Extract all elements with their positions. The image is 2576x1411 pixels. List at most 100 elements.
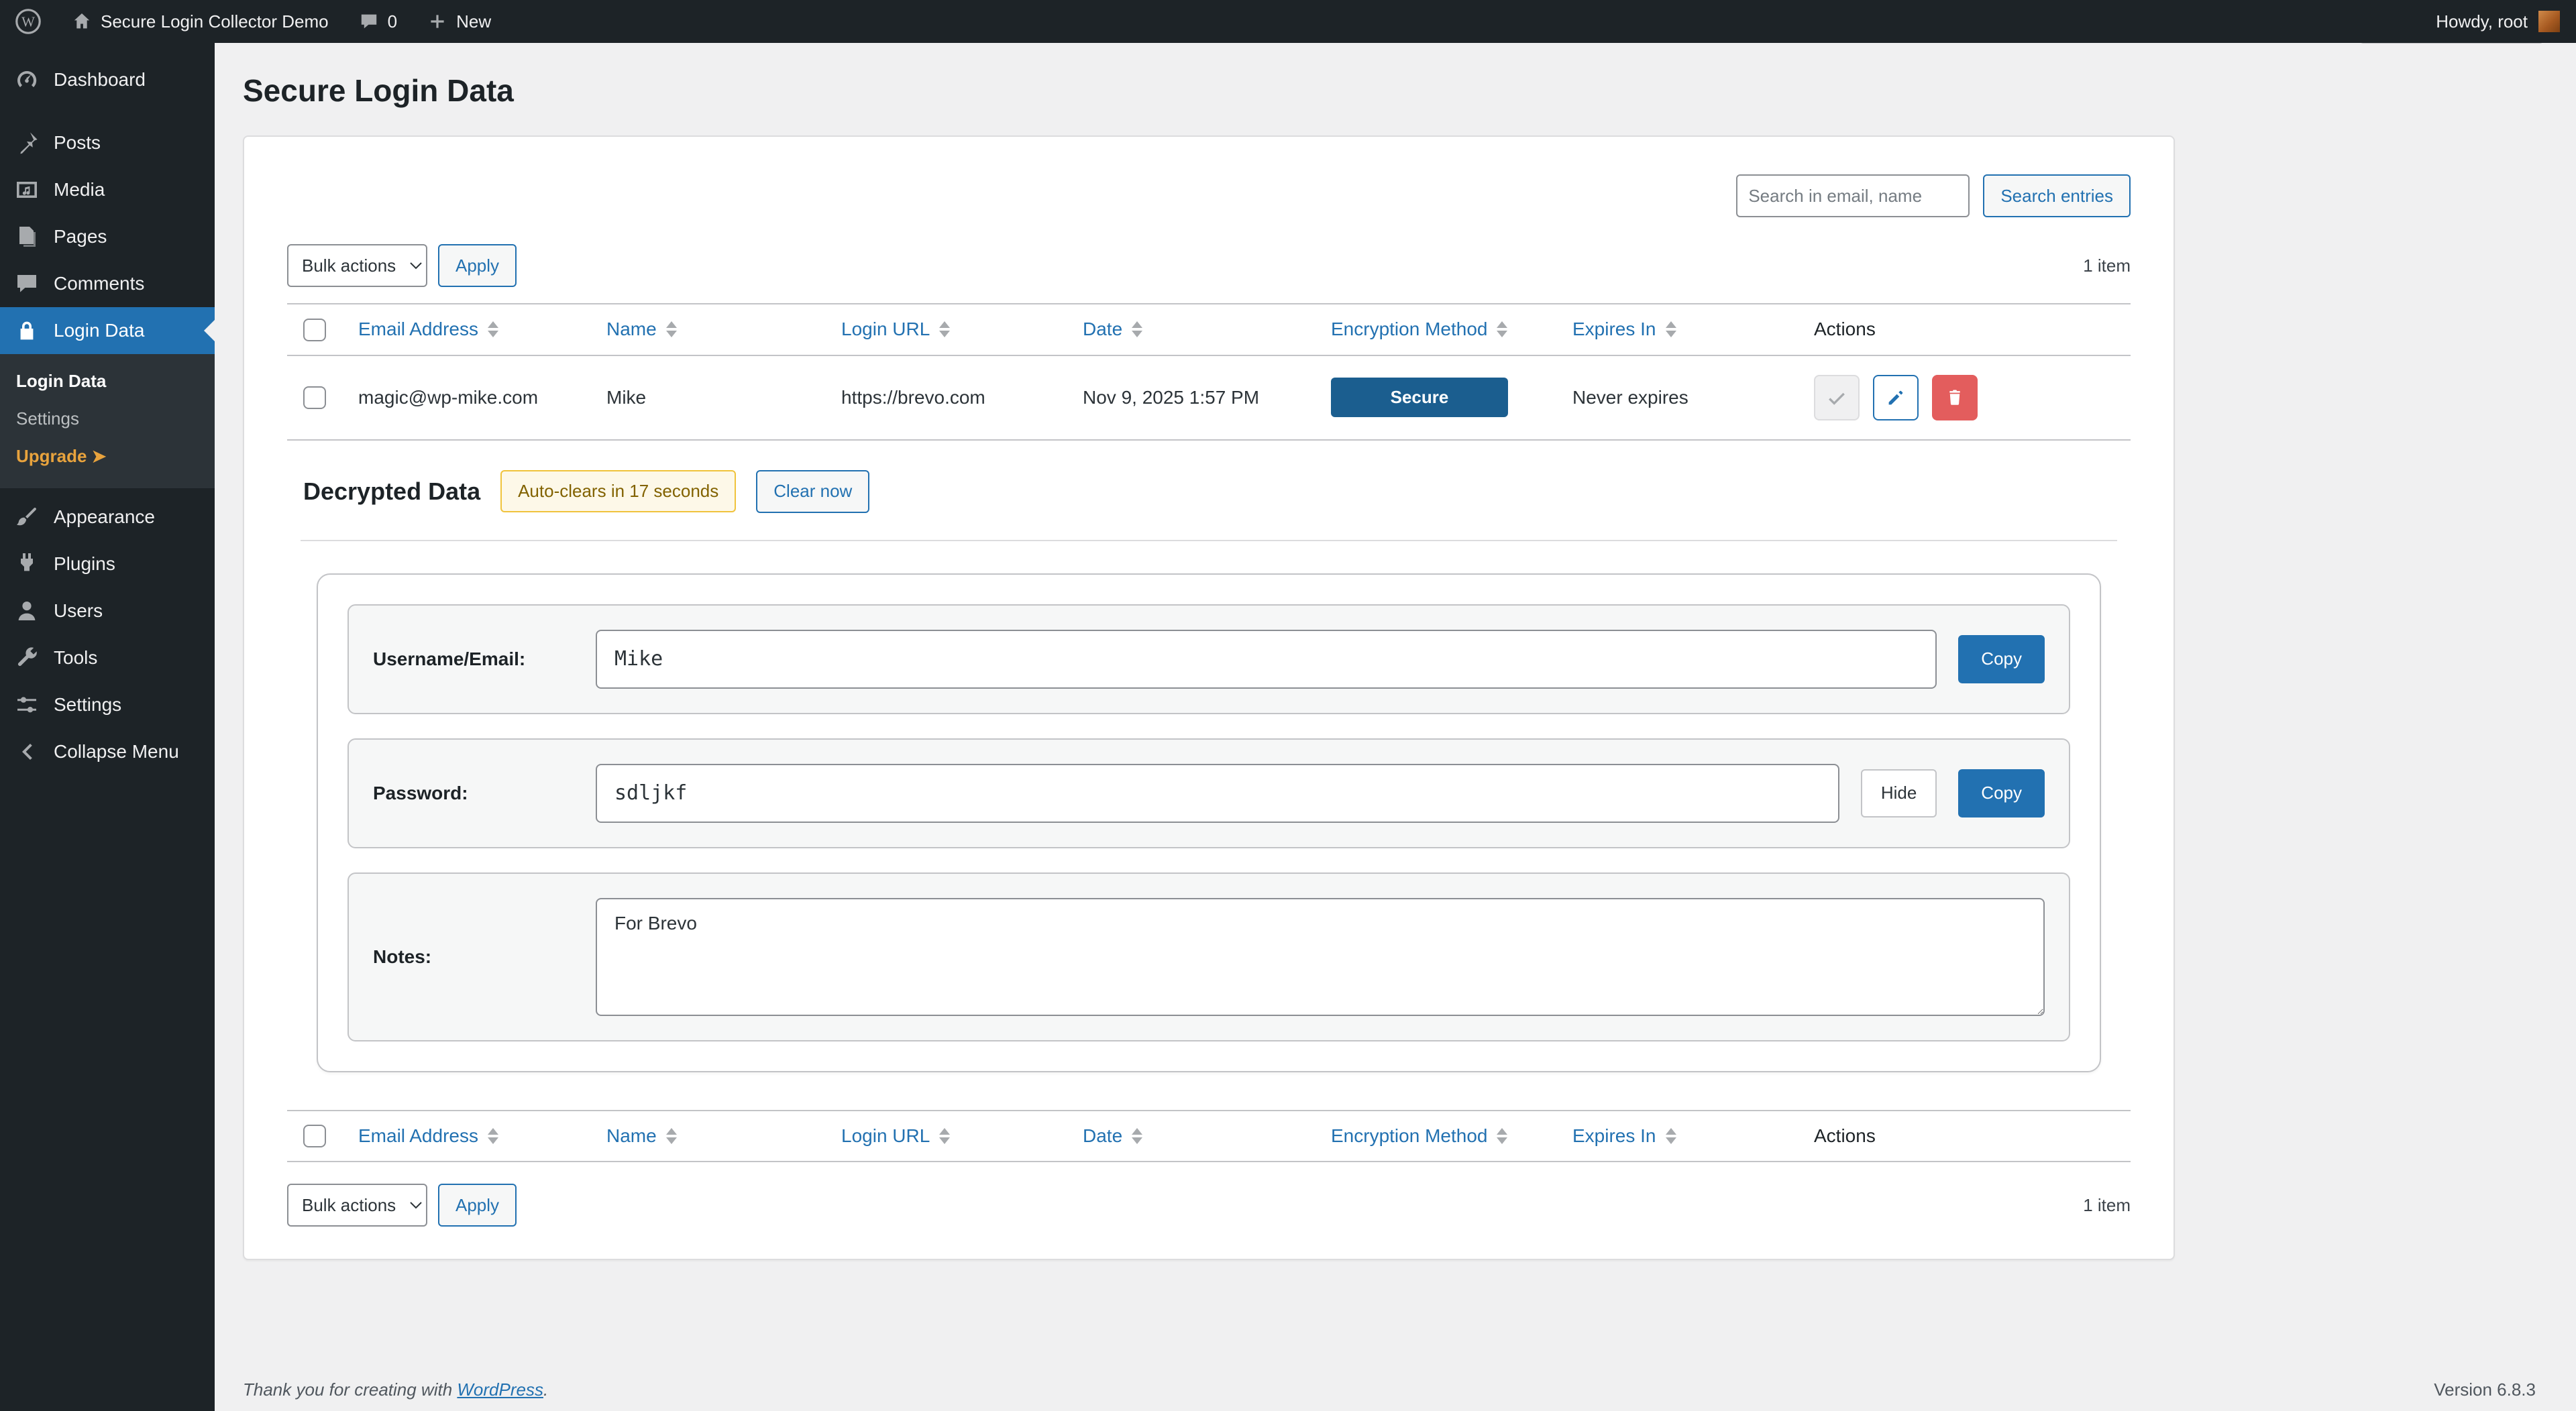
sidebar-item-settings[interactable]: Settings [0,681,215,728]
row-checkbox[interactable] [303,386,326,409]
submenu-item-settings[interactable]: Settings [0,400,215,437]
decrypt-view-button[interactable] [1814,375,1860,420]
sort-icon [939,321,950,337]
home-icon [71,11,93,32]
sidebar-item-tools[interactable]: Tools [0,634,215,681]
sidebar-item-appearance[interactable]: Appearance [0,494,215,541]
username-input[interactable] [596,630,1937,689]
wordpress-logo[interactable]: W [0,0,56,43]
password-input[interactable] [596,764,1839,823]
bulk-actions-select-bottom[interactable]: Bulk actions [287,1184,427,1227]
sort-icon [939,1128,950,1144]
cell-expires: Never expires [1556,355,1798,440]
column-label: Date [1083,1125,1122,1147]
column-header-email[interactable]: Email Address [358,319,498,340]
new-menu[interactable]: New [412,0,506,43]
username-field-card: Username/Email: Copy [347,604,2070,714]
column-header-date[interactable]: Date [1083,319,1142,340]
sidebar-item-comments[interactable]: Comments [0,260,215,307]
column-header-name[interactable]: Name [606,319,677,340]
apply-button[interactable]: Apply [438,244,517,287]
column-label: Name [606,1125,657,1147]
wordpress-link[interactable]: WordPress [457,1379,543,1400]
items-count-bottom: 1 item [2083,1195,2131,1216]
footer-thanks-period: . [543,1379,548,1400]
cell-login-url: https://brevo.com [825,355,1067,440]
submenu-item-login-data[interactable]: Login Data [0,362,215,400]
comments-menu[interactable]: 0 [343,0,412,43]
howdy-text: Howdy, root [2436,11,2528,32]
site-name-menu[interactable]: Secure Login Collector Demo [56,0,343,43]
column-label: Name [606,319,657,340]
tablenav-top: Bulk actions Apply 1 item [287,244,2131,287]
decrypted-row: Decrypted Data Auto-clears in 17 seconds… [287,440,2131,1111]
sidebar-item-collapse-menu[interactable]: Collapse Menu [0,728,215,775]
username-label: Username/Email: [373,648,574,670]
sidebar-label: Dashboard [54,69,146,91]
search-box: Search entries [287,174,2131,217]
footer-column-name[interactable]: Name [606,1125,677,1147]
copy-username-button[interactable]: Copy [1958,635,2045,683]
footer-column-actions: Actions [1798,1111,2131,1162]
clear-now-button[interactable]: Clear now [756,470,869,513]
bulk-actions-select[interactable]: Bulk actions [287,244,427,287]
sidebar-label: Comments [54,273,144,294]
notes-textarea[interactable]: For Brevo [596,898,2045,1016]
sort-icon [666,321,677,337]
delete-button[interactable] [1932,375,1978,420]
footer-column-date[interactable]: Date [1083,1125,1142,1147]
sort-icon [1666,1128,1676,1144]
sidebar-item-login-data[interactable]: Login Data [0,307,215,354]
hide-password-button[interactable]: Hide [1861,769,1937,817]
sidebar-item-posts[interactable]: Posts [0,119,215,166]
account-menu[interactable]: Howdy, root [2436,11,2576,32]
column-header-expires[interactable]: Expires In [1572,319,1676,340]
sort-icon [666,1128,677,1144]
edit-button[interactable] [1873,375,1919,420]
column-label: Expires In [1572,319,1656,340]
wordpress-logo-icon: W [15,8,42,35]
search-input[interactable] [1736,174,1970,217]
column-header-actions: Actions [1798,304,2131,355]
sort-icon [488,1128,498,1144]
copy-password-button[interactable]: Copy [1958,769,2045,817]
users-icon [13,598,40,624]
select-all-checkbox-bottom[interactable] [303,1125,326,1147]
autoclear-badge: Auto-clears in 17 seconds [500,470,736,512]
svg-text:W: W [21,14,35,30]
password-label: Password: [373,783,574,804]
cell-name: Mike [590,355,825,440]
footer-thanks: Thank you for creating with WordPress. [243,1379,548,1400]
collapse-menu-icon [13,738,40,765]
comments-bubble-icon [358,11,380,32]
sidebar-item-dashboard[interactable]: Dashboard [0,56,215,103]
column-label: Encryption Method [1331,319,1487,340]
tools-icon [13,644,40,671]
sidebar-item-media[interactable]: Media [0,166,215,213]
menu-separator [0,488,215,494]
sidebar-label: Collapse Menu [54,741,179,763]
sidebar-item-pages[interactable]: Pages [0,213,215,260]
submenu-item-upgrade[interactable]: Upgrade ➤ [0,437,215,475]
search-entries-button[interactable]: Search entries [1983,174,2131,217]
footer-column-email[interactable]: Email Address [358,1125,498,1147]
table-footer-row: Email Address Name Login URL Date Encryp… [287,1111,2131,1162]
footer-column-expires[interactable]: Expires In [1572,1125,1676,1147]
admin-sidebar: Dashboard Posts Media Pages Comments Log… [0,43,215,1411]
select-all-checkbox[interactable] [303,319,326,341]
admin-bar: W Secure Login Collector Demo 0 New Howd… [0,0,2576,43]
site-name: Secure Login Collector Demo [101,11,329,32]
footer-column-encryption[interactable]: Encryption Method [1331,1125,1507,1147]
comments-icon [13,270,40,297]
column-label: Encryption Method [1331,1125,1487,1147]
notes-label: Notes: [373,946,574,968]
sidebar-item-users[interactable]: Users [0,587,215,634]
column-header-login-url[interactable]: Login URL [841,319,950,340]
sidebar-label: Users [54,600,103,622]
column-header-encryption[interactable]: Encryption Method [1331,319,1507,340]
apply-button-bottom[interactable]: Apply [438,1184,517,1227]
row-actions [1814,375,2114,420]
sidebar-item-plugins[interactable]: Plugins [0,541,215,587]
footer-column-login-url[interactable]: Login URL [841,1125,950,1147]
tablenav-bottom: Bulk actions Apply 1 item [287,1184,2131,1227]
